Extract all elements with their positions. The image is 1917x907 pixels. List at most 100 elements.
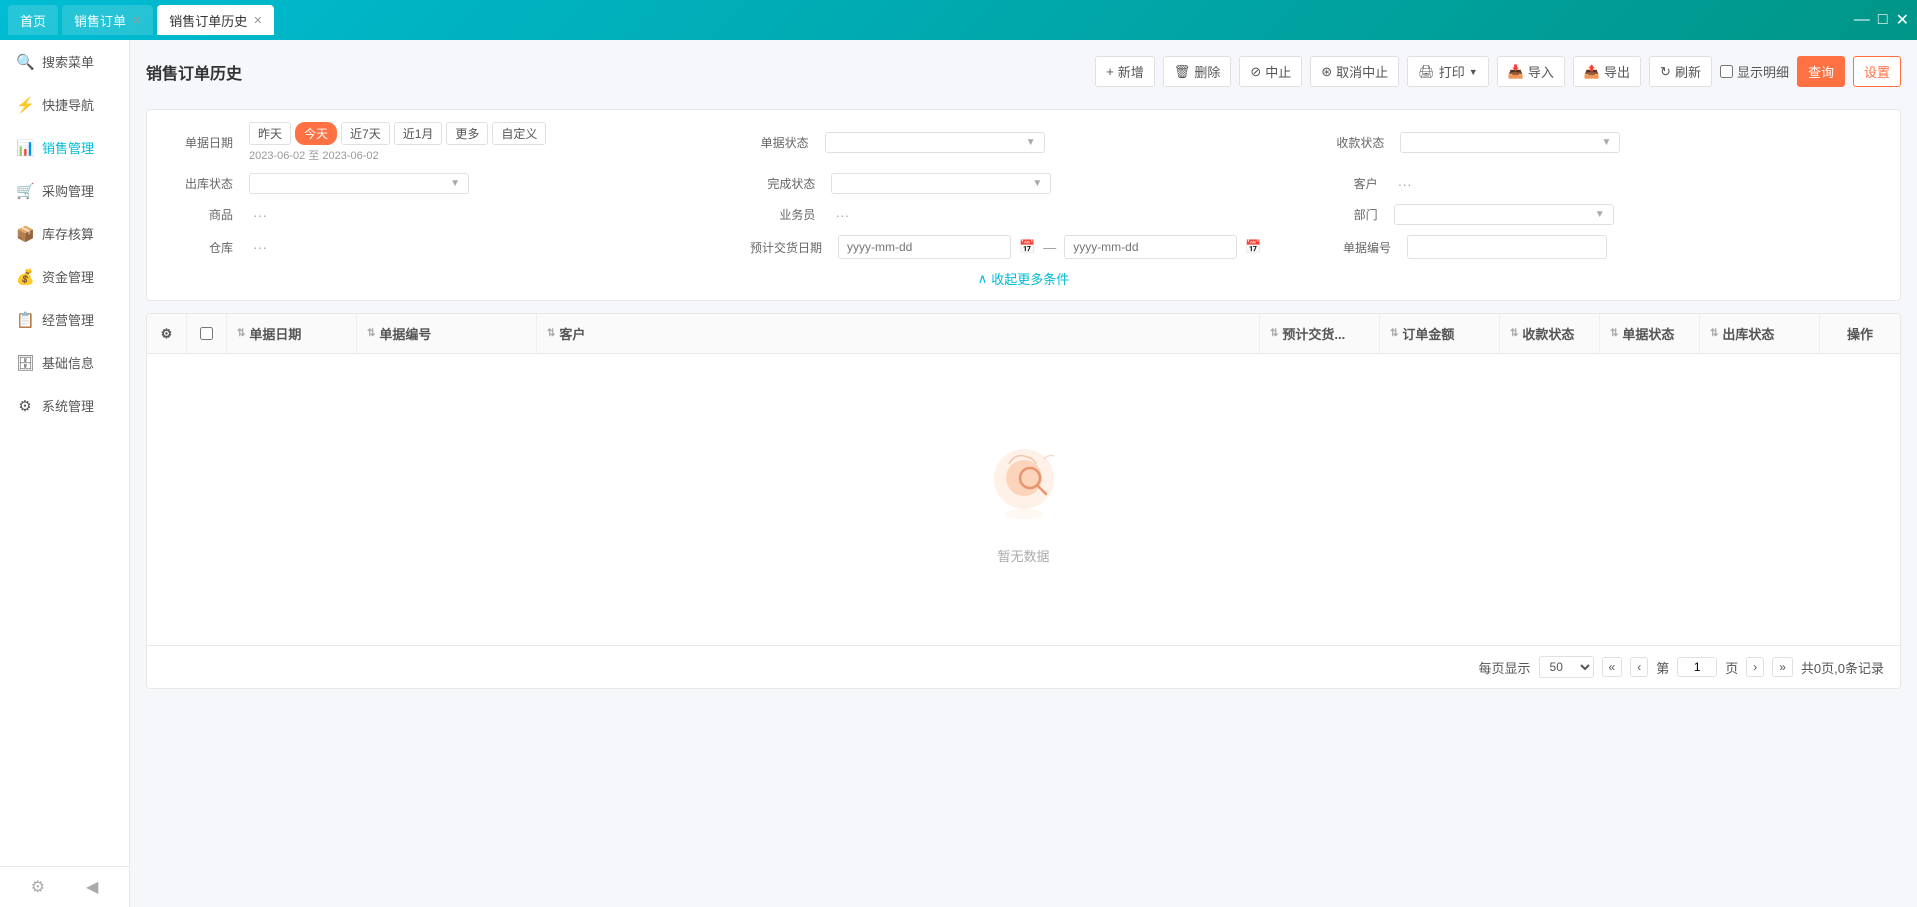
th-action: 操作 [1820,314,1900,353]
department-select[interactable]: ▼ [1394,204,1614,225]
select-all-checkbox[interactable] [200,327,213,340]
calendar-to-icon[interactable]: 📅 [1245,239,1261,255]
minimize-button[interactable]: — [1854,11,1870,29]
maximize-button[interactable]: □ [1878,11,1888,29]
sort-icon-date[interactable]: ⇅ [237,328,245,339]
settings-button[interactable]: 设置 [1853,56,1901,87]
cancel-stop-icon: ⊛ [1321,64,1332,80]
outstock-select[interactable]: ▼ [249,173,469,194]
department-arrow: ▼ [1595,209,1605,220]
salesperson-dots[interactable]: ··· [831,207,853,223]
tab-home[interactable]: 首页 [8,5,58,35]
stop-button[interactable]: ⊘ 中止 [1239,56,1302,87]
sort-icon-receipt[interactable]: ⇅ [1510,328,1518,339]
customer-control: ··· [1394,176,1884,192]
sort-icon-num[interactable]: ⇅ [367,328,375,339]
main-layout: 🔍 搜索菜单 ⚡ 快捷导航 📊 销售管理 🛒 采购管理 📦 库存核算 💰 资金管… [0,40,1917,907]
sidebar-settings-icon[interactable]: ⚙ [31,877,45,897]
th-receipt-status: ⇅ 收款状态 [1500,314,1600,353]
sidebar-item-sales[interactable]: 📊 销售管理 [0,126,129,169]
close-tab-sales-order-history[interactable]: ✕ [253,14,262,27]
yesterday-btn[interactable]: 昨天 [249,122,291,145]
doc-status-select[interactable]: ▼ [825,132,1045,153]
product-dots[interactable]: ··· [249,207,271,223]
customer-dots[interactable]: ··· [1394,176,1416,192]
last-page-button[interactable]: » [1772,657,1793,677]
th-settings[interactable]: ⚙ [147,314,187,353]
new-button[interactable]: + 新增 [1095,56,1155,87]
display-detail-checkbox[interactable]: 显示明细 [1720,62,1789,81]
query-button[interactable]: 查询 [1797,56,1845,87]
receipt-status-select[interactable]: ▼ [1400,132,1620,153]
doc-status-label: 单据状态 [749,134,809,151]
docno-label: 单据编号 [1331,239,1391,256]
sidebar-item-inventory[interactable]: 📦 库存核算 [0,212,129,255]
receipt-status-control: ▼ [1400,132,1884,153]
date-range-text: 2023-06-02 至 2023-06-02 [249,147,546,163]
next-page-button[interactable]: › [1746,657,1764,677]
sidebar-label-inventory: 库存核算 [42,224,94,243]
delivery-date-from[interactable] [838,235,1011,259]
date-quick-btns: 昨天 今天 近7天 近1月 更多 自定义 [249,122,546,145]
sidebar-item-purchase[interactable]: 🛒 采购管理 [0,169,129,212]
sort-icon-customer[interactable]: ⇅ [547,328,555,339]
chevron-up-icon: ∧ [978,271,988,287]
warehouse-control: ··· [249,239,726,255]
doc-date-label: 单据日期 [163,134,233,151]
import-button[interactable]: 📥 导入 [1497,56,1565,87]
sort-icon-amount[interactable]: ⇅ [1390,328,1398,339]
close-tab-sales-order[interactable]: ✕ [132,14,141,27]
sidebar-item-operations[interactable]: 📋 经营管理 [0,298,129,341]
7days-btn[interactable]: 近7天 [341,122,390,145]
close-button[interactable]: ✕ [1896,10,1909,30]
sidebar-item-finance[interactable]: 💰 资金管理 [0,255,129,298]
cancel-stop-button[interactable]: ⊛ 取消中止 [1310,56,1399,87]
doc-date-control: 昨天 今天 近7天 近1月 更多 自定义 2023-06-02 至 2023-0… [249,122,733,163]
custom-btn[interactable]: 自定义 [492,122,546,145]
sidebar-item-search[interactable]: 🔍 搜索菜单 [0,40,129,83]
receipt-status-label: 收款状态 [1324,134,1384,151]
sort-icon-status[interactable]: ⇅ [1610,328,1618,339]
per-page-select[interactable]: 10 20 50 100 [1539,656,1594,678]
complete-status-control: ▼ [831,173,1321,194]
outstock-control: ▼ [249,173,739,194]
empty-state: 暂无数据 [147,354,1900,645]
calendar-from-icon[interactable]: 📅 [1019,239,1035,255]
sort-icon-outstock[interactable]: ⇅ [1710,328,1718,339]
first-page-button[interactable]: « [1602,657,1623,677]
complete-status-label: 完成状态 [755,175,815,192]
tab-sales-order-history[interactable]: 销售订单历史 ✕ [157,5,274,35]
delivery-date-control: 📅 — 📅 [838,235,1315,259]
sidebar-collapse-icon[interactable]: ◀ [86,877,98,897]
sidebar-item-quicknav[interactable]: ⚡ 快捷导航 [0,83,129,126]
per-page-label: 每页显示 [1479,658,1531,677]
warehouse-dots[interactable]: ··· [249,239,271,255]
tab-sales-order[interactable]: 销售订单 ✕ [62,5,153,35]
th-outstock-status: ⇅ 出库状态 [1700,314,1820,353]
refresh-button[interactable]: ↻ 刷新 [1649,56,1712,87]
sales-icon: 📊 [16,139,34,157]
sort-icon-delivery[interactable]: ⇅ [1270,328,1278,339]
more-btn[interactable]: 更多 [446,122,488,145]
th-checkbox[interactable] [187,314,227,353]
display-detail-check[interactable] [1720,65,1733,78]
total-info: 共0页,0条记录 [1801,658,1884,677]
print-arrow-icon: ▼ [1469,67,1478,77]
delete-button[interactable]: 🗑 删除 [1163,56,1232,87]
docno-input[interactable] [1407,235,1607,259]
print-button[interactable]: 🖨 打印 ▼ [1407,56,1488,87]
delivery-date-to[interactable] [1064,235,1237,259]
gear-icon: ⚙ [161,326,173,342]
export-button[interactable]: 📤 导出 [1573,56,1641,87]
prev-page-button[interactable]: ‹ [1630,657,1648,677]
complete-status-select[interactable]: ▼ [831,173,1051,194]
page-number-input[interactable] [1677,657,1717,677]
today-btn[interactable]: 今天 [295,122,337,145]
search-icon: 🔍 [16,53,34,71]
sidebar-item-basicinfo[interactable]: 🗄 基础信息 [0,341,129,384]
filter-row-2: 出库状态 ▼ 完成状态 ▼ 客户 ··· [163,173,1884,194]
sidebar-item-system[interactable]: ⚙ 系统管理 [0,384,129,427]
1month-btn[interactable]: 近1月 [394,122,443,145]
sidebar: 🔍 搜索菜单 ⚡ 快捷导航 📊 销售管理 🛒 采购管理 📦 库存核算 💰 资金管… [0,40,130,907]
collapse-button[interactable]: ∧ 收起更多条件 [978,269,1070,288]
